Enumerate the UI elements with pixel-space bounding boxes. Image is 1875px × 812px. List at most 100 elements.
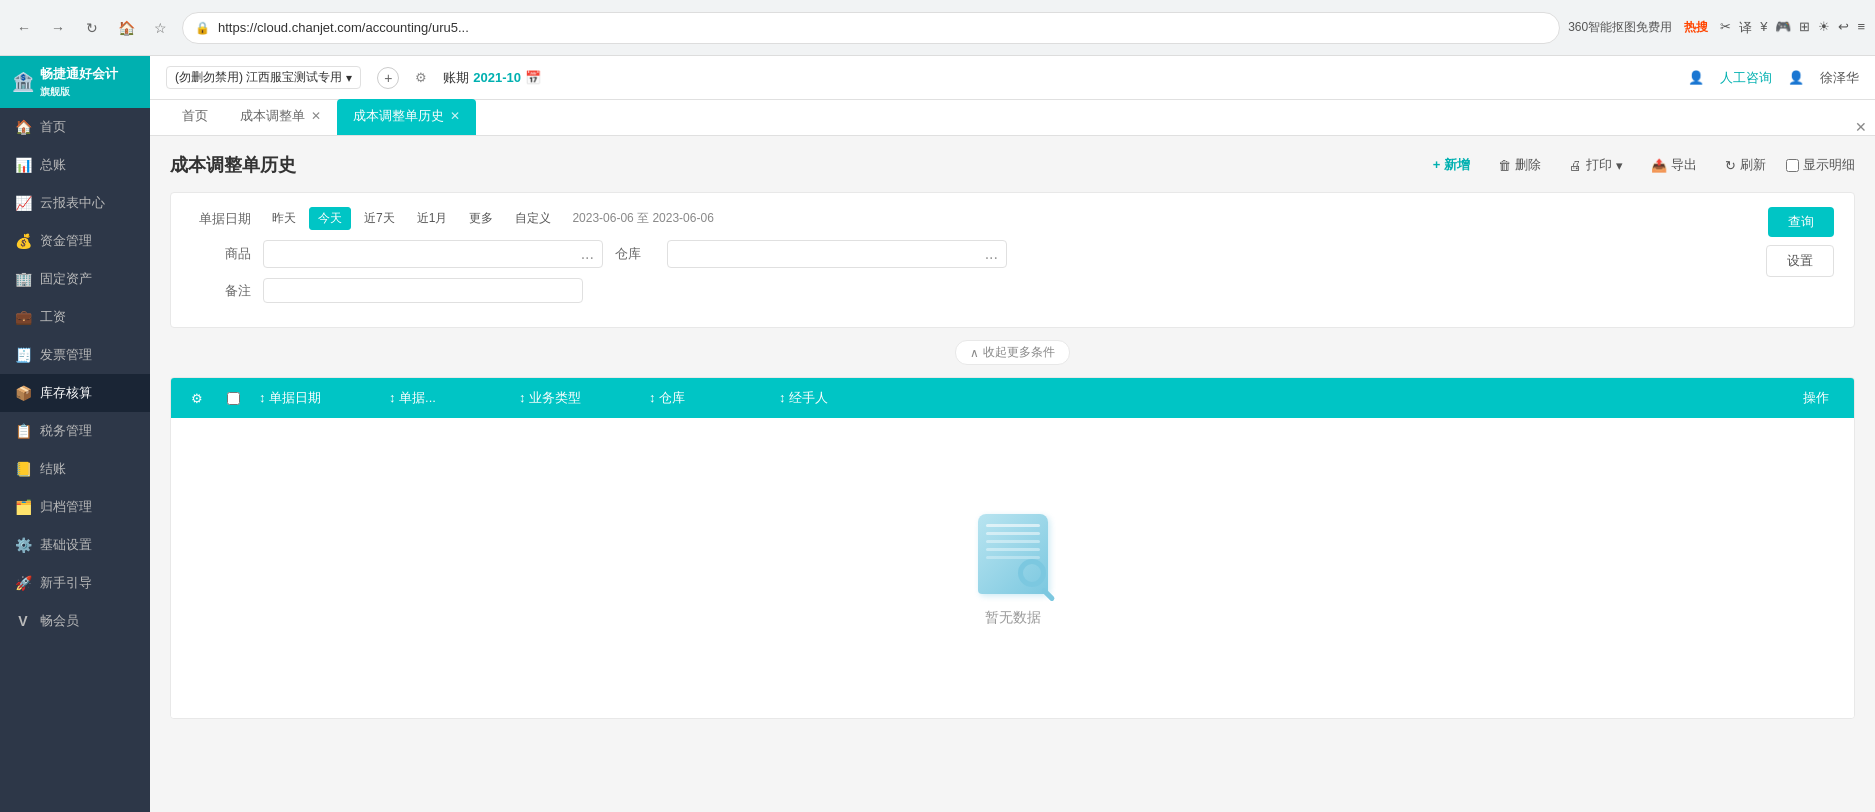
show-cols-toggle[interactable]: 显示明细 <box>1786 156 1855 174</box>
sidebar-item-guide[interactable]: 🚀 新手引导 <box>0 564 150 602</box>
sidebar-item-close[interactable]: 📒 结账 <box>0 450 150 488</box>
sidebar-item-member[interactable]: V 畅会员 <box>0 602 150 640</box>
note-filter-input[interactable] <box>263 278 583 303</box>
home-button[interactable]: 🏠 <box>112 14 140 42</box>
undo-icon[interactable]: ↩ <box>1838 19 1849 37</box>
tab-cost-history-close[interactable]: ✕ <box>450 109 460 123</box>
inventory-icon: 📦 <box>14 385 32 401</box>
tab-cost-history[interactable]: 成本调整单历史 ✕ <box>337 99 476 135</box>
forward-button[interactable]: → <box>44 14 72 42</box>
tab-cost-adjust-close[interactable]: ✕ <box>311 109 321 123</box>
warehouse-selector[interactable]: ... <box>667 240 1007 268</box>
ledger-icon: 📊 <box>14 157 32 173</box>
settings-button[interactable]: 设置 <box>1766 245 1834 277</box>
page-header: 成本调整单历史 + 新增 🗑 删除 🖨 打印 ▾ 📤 导出 <box>170 152 1855 178</box>
sidebar-item-inventory[interactable]: 📦 库存核算 <box>0 374 150 412</box>
warehouse-filter-label: 仓库 <box>615 245 655 263</box>
member-icon: V <box>14 613 32 629</box>
sidebar-item-ledger[interactable]: 📊 总账 <box>0 146 150 184</box>
date-btn-1month[interactable]: 近1月 <box>408 207 457 230</box>
magnifier-circle <box>1018 559 1046 587</box>
finance-icon: 💰 <box>14 233 32 249</box>
export-button[interactable]: 📤 导出 <box>1643 152 1705 178</box>
empty-illustration <box>968 509 1058 599</box>
sidebar-item-settings-label: 基础设置 <box>40 536 92 554</box>
address-bar[interactable]: 🔒 https://cloud.chanjet.com/accounting/u… <box>182 12 1560 44</box>
show-cols-checkbox[interactable] <box>1786 159 1799 172</box>
query-button[interactable]: 查询 <box>1768 207 1834 237</box>
translate-icon[interactable]: 译 <box>1739 19 1752 37</box>
guide-icon: 🚀 <box>14 575 32 591</box>
menu-icon[interactable]: ≡ <box>1857 19 1865 37</box>
show-cols-label: 显示明细 <box>1803 156 1855 174</box>
delete-button[interactable]: 🗑 删除 <box>1490 152 1549 178</box>
collapse-button[interactable]: ∧ 收起更多条件 <box>955 340 1070 365</box>
empty-magnifier-shape <box>1018 559 1058 599</box>
star-button[interactable]: ☆ <box>146 14 174 42</box>
th-type[interactable]: ↕ 业务类型 <box>511 389 641 407</box>
logo-sub: 旗舰版 <box>40 85 118 99</box>
extension-search-label: 360智能抠图免费用 <box>1568 19 1672 36</box>
url-text: https://cloud.chanjet.com/accounting/uru… <box>218 20 469 35</box>
date-btn-yesterday[interactable]: 昨天 <box>263 207 305 230</box>
grid-icon[interactable]: ⊞ <box>1799 19 1810 37</box>
invoice-icon: 🧾 <box>14 347 32 363</box>
user-service-label[interactable]: 人工咨询 <box>1720 69 1772 87</box>
th-num[interactable]: ↕ 单据... <box>381 389 511 407</box>
sidebar-item-inventory-label: 库存核算 <box>40 384 92 402</box>
period-label: 账期 <box>443 69 469 87</box>
add-button[interactable]: + 新增 <box>1425 152 1478 178</box>
page-content: 成本调整单历史 + 新增 🗑 删除 🖨 打印 ▾ 📤 导出 <box>150 136 1875 812</box>
sidebar-menu: 🏠 首页 📊 总账 📈 云报表中心 💰 资金管理 🏢 固定资产 💼 工资 <box>0 108 150 812</box>
date-btn-today[interactable]: 今天 <box>309 207 351 230</box>
table-gear-icon[interactable]: ⚙ <box>179 391 215 406</box>
tab-close-all-icon[interactable]: ✕ <box>1855 119 1867 135</box>
sidebar-item-tax[interactable]: 📋 税务管理 <box>0 412 150 450</box>
date-btn-custom[interactable]: 自定义 <box>506 207 560 230</box>
toolbar-icons: ✂ 译 ¥ 🎮 ⊞ ☀ ↩ ≡ <box>1720 19 1865 37</box>
company-selector[interactable]: (勿删勿禁用) 江西服宝测试专用 ▾ <box>166 66 361 89</box>
goods-selector[interactable]: ... <box>263 240 603 268</box>
sidebar-item-finance[interactable]: 💰 资金管理 <box>0 222 150 260</box>
calendar-icon[interactable]: 📅 <box>525 70 541 85</box>
user-name-label[interactable]: 徐泽华 <box>1820 69 1859 87</box>
refresh-button[interactable]: ↻ 刷新 <box>1717 152 1774 178</box>
tab-cost-adjust[interactable]: 成本调整单 ✕ <box>224 99 337 135</box>
collapse-bar: ∧ 收起更多条件 <box>170 340 1855 365</box>
period-display: 账期 2021-10 📅 <box>443 69 541 87</box>
settings-gear-icon[interactable]: ⚙ <box>415 70 427 85</box>
add-company-button[interactable]: + <box>377 67 399 89</box>
page-title: 成本调整单历史 <box>170 153 296 177</box>
top-bar: (勿删勿禁用) 江西服宝测试专用 ▾ + ⚙ 账期 2021-10 📅 👤 人工… <box>150 56 1875 100</box>
sidebar-item-salary[interactable]: 💼 工资 <box>0 298 150 336</box>
sidebar-item-home-label: 首页 <box>40 118 66 136</box>
sidebar-item-archive[interactable]: 🗂️ 归档管理 <box>0 488 150 526</box>
sidebar-item-report[interactable]: 📈 云报表中心 <box>0 184 150 222</box>
print-chevron-icon: ▾ <box>1616 158 1623 173</box>
browser-nav-buttons: ← → ↻ 🏠 ☆ <box>10 14 174 42</box>
logo-name: 畅捷通好会计 <box>40 65 118 83</box>
th-warehouse[interactable]: ↕ 仓库 <box>641 389 771 407</box>
game-icon[interactable]: 🎮 <box>1775 19 1791 37</box>
reload-button[interactable]: ↻ <box>78 14 106 42</box>
tabs-bar: 首页 成本调整单 ✕ 成本调整单历史 ✕ ✕ <box>150 100 1875 136</box>
date-btn-more[interactable]: 更多 <box>460 207 502 230</box>
th-date-label: ↕ 单据日期 <box>259 389 321 407</box>
sidebar-item-settings[interactable]: ⚙️ 基础设置 <box>0 526 150 564</box>
sidebar-item-home[interactable]: 🏠 首页 <box>0 108 150 146</box>
tab-home[interactable]: 首页 <box>166 99 224 135</box>
select-all-checkbox[interactable] <box>227 392 240 405</box>
sidebar-item-assets[interactable]: 🏢 固定资产 <box>0 260 150 298</box>
sun-icon[interactable]: ☀ <box>1818 19 1830 37</box>
th-date[interactable]: ↕ 单据日期 <box>251 389 381 407</box>
th-ops-label: 操作 <box>1803 389 1829 407</box>
th-person[interactable]: ↕ 经手人 <box>771 389 901 407</box>
print-button[interactable]: 🖨 打印 ▾ <box>1561 152 1631 178</box>
back-button[interactable]: ← <box>10 14 38 42</box>
sidebar-item-invoice[interactable]: 🧾 发票管理 <box>0 336 150 374</box>
table-select-all[interactable] <box>215 392 251 405</box>
scissors-icon[interactable]: ✂ <box>1720 19 1731 37</box>
money-icon[interactable]: ¥ <box>1760 19 1767 37</box>
date-btn-7days[interactable]: 近7天 <box>355 207 404 230</box>
th-warehouse-label: ↕ 仓库 <box>649 389 685 407</box>
